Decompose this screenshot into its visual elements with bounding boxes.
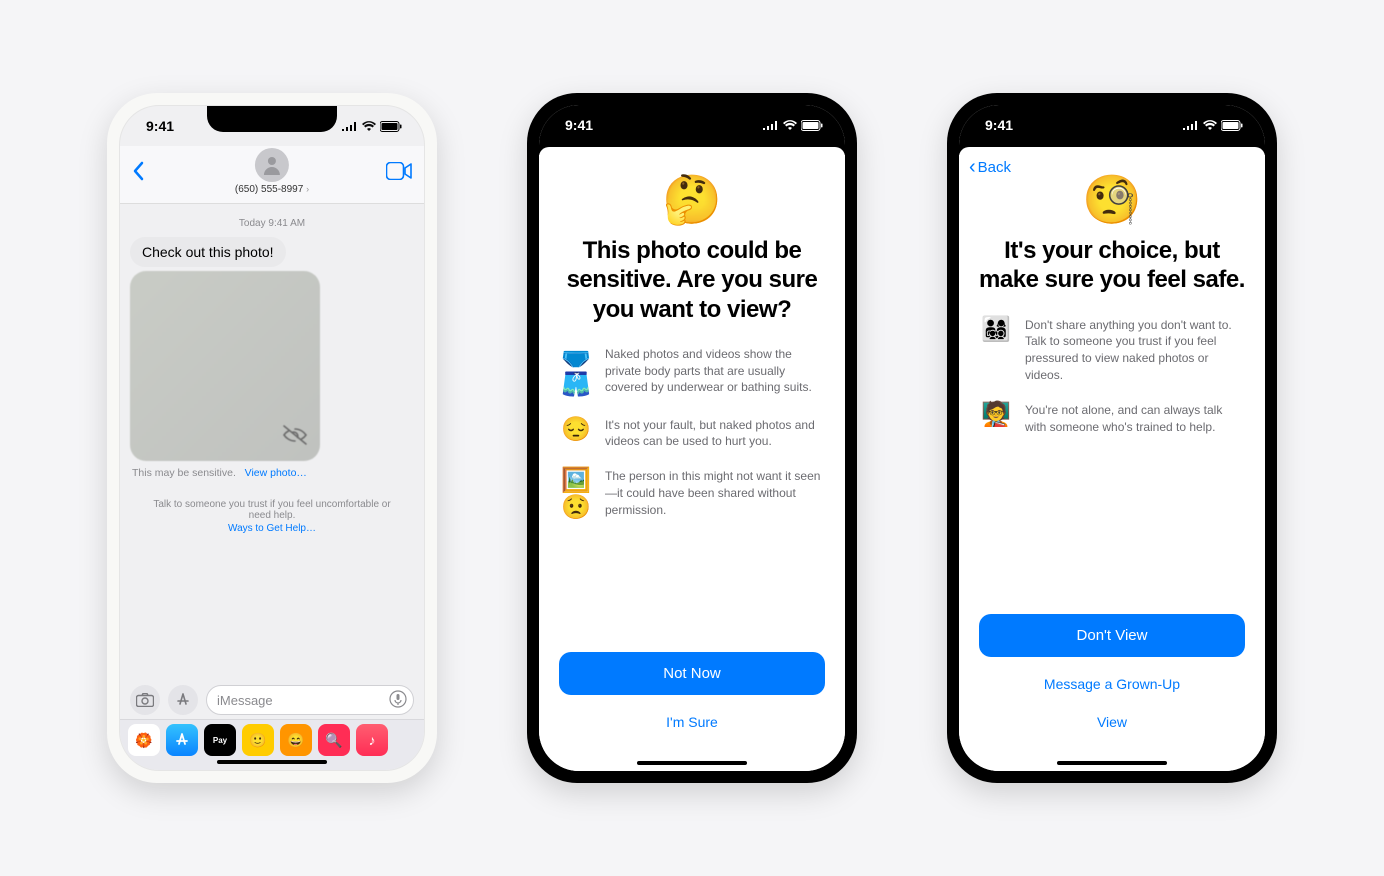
app-memoji-icon[interactable]: 🙂 [242,724,274,756]
phone-messages: 9:41 (650) 555-8997 › Today 9:41 AM [107,93,437,783]
facetime-button[interactable] [386,162,412,185]
message-input[interactable]: iMessage [206,685,414,715]
message-thread[interactable]: Today 9:41 AM Check out this photo! This… [120,204,424,679]
app-stickers-icon[interactable]: 😄 [280,724,312,756]
home-indicator[interactable] [217,760,327,764]
monocle-emoji-icon: 🧐 [979,171,1245,228]
phone-choice-sheet: 9:41 ‹ Back 🧐 It's your choice, but make… [947,93,1277,783]
info-row-1: 🩲🩳 Naked photos and videos show the priv… [559,346,825,399]
app-applepay-icon[interactable]: Pay [204,724,236,756]
teacher-icon: 🧑‍🏫 [979,402,1013,428]
ways-to-get-help-link[interactable]: Ways to Get Help… [148,523,396,534]
info-row-1: 👨‍👩‍👧‍👦 Don't share anything you don't w… [979,317,1245,384]
im-sure-button[interactable]: I'm Sure [559,703,825,741]
home-indicator[interactable] [637,761,747,765]
appstore-button[interactable] [168,685,198,715]
notch [207,106,337,132]
message-bubble-image-blurred[interactable] [130,271,320,461]
app-music-icon[interactable]: ♪ [356,724,388,756]
hidden-icon [282,424,308,451]
view-button[interactable]: View [979,703,1245,741]
family-icon: 👨‍👩‍👧‍👦 [979,317,1013,343]
notch [1047,105,1177,131]
help-text-block: Talk to someone you trust if you feel un… [128,499,416,534]
messages-header: (650) 555-8997 › [120,146,424,204]
status-time: 9:41 [146,118,174,134]
app-photos-icon[interactable]: 🏵️ [128,724,160,756]
app-search-icon[interactable]: 🔍 [318,724,350,756]
contact-header[interactable]: (650) 555-8997 › [235,148,309,195]
phone-warning-sheet: 9:41 🤔 This photo could be sensitive. Ar… [527,93,857,783]
message-bubble-text[interactable]: Check out this photo! [130,237,286,267]
not-now-button[interactable]: Not Now [559,652,825,695]
framed-picture-icon: 🖼️😟 [559,468,593,521]
status-icons [1183,120,1243,131]
contact-avatar-icon [255,148,289,182]
notch [627,105,757,131]
message-input-bar: iMessage [120,679,424,719]
status-icons [763,120,823,131]
warning-title: This photo could be sensitive. Are you s… [559,236,825,324]
chevron-left-icon: ‹ [969,157,976,177]
info-row-2: 😔 It's not your fault, but naked photos … [559,417,825,451]
contact-phone: (650) 555-8997 [235,184,303,195]
message-grownup-button[interactable]: Message a Grown-Up [979,665,1245,703]
status-icons [342,121,402,132]
camera-button[interactable] [130,685,160,715]
status-time: 9:41 [985,117,1013,133]
app-store-icon[interactable] [166,724,198,756]
sad-face-icon: 😔 [559,417,593,443]
swimwear-icon: 🩲🩳 [559,346,593,399]
status-time: 9:41 [565,117,593,133]
sensitive-caption: This may be sensitive. View photo… [132,467,416,479]
info-row-2: 🧑‍🏫 You're not alone, and can always tal… [979,402,1245,436]
back-button[interactable]: ‹ Back [969,157,1011,177]
mic-icon[interactable] [389,690,407,711]
back-button[interactable] [132,160,144,188]
choice-title: It's your choice, but make sure you feel… [979,236,1245,295]
dont-view-button[interactable]: Don't View [979,614,1245,657]
view-photo-link[interactable]: View photo… [245,467,307,479]
home-indicator[interactable] [1057,761,1167,765]
thinking-emoji-icon: 🤔 [559,171,825,228]
info-row-3: 🖼️😟 The person in this might not want it… [559,468,825,521]
message-timestamp: Today 9:41 AM [128,218,416,229]
